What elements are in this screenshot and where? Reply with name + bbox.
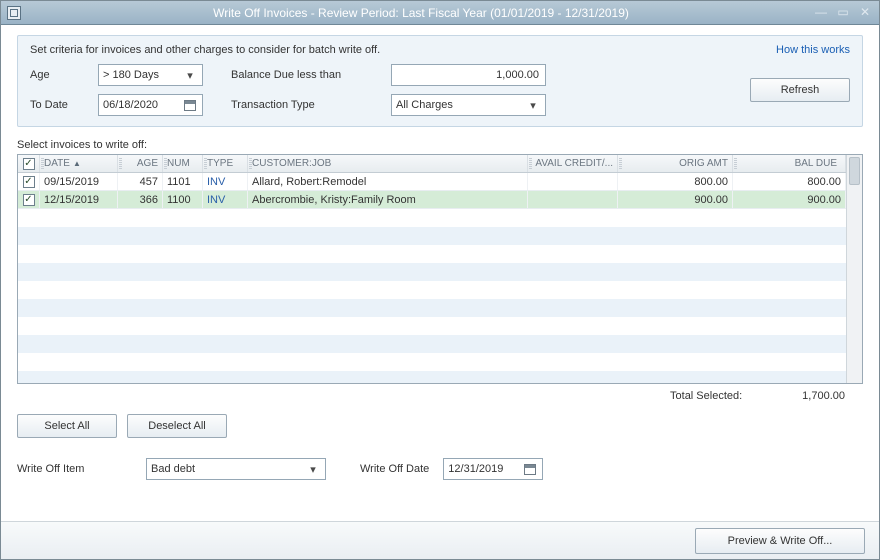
- header-num[interactable]: NUM: [163, 155, 203, 172]
- txntype-dropdown[interactable]: All Charges ▾: [391, 94, 546, 116]
- close-button[interactable]: ✕: [857, 6, 873, 20]
- row-checkbox[interactable]: ✓: [18, 173, 40, 190]
- empty-row: [18, 353, 846, 371]
- total-selected-value: 1,700.00: [802, 390, 845, 402]
- checkbox-icon: ✓: [23, 176, 35, 188]
- header-orig-amt[interactable]: ORIG AMT: [618, 155, 733, 172]
- maximize-button[interactable]: ▭: [835, 6, 851, 20]
- table-row[interactable]: ✓ 12/15/20193661100 INV Abercrombie, Kristy…: [18, 191, 846, 209]
- cell-date: 09/15/2019: [40, 173, 118, 190]
- cell-orig-amt: 900.00: [618, 191, 733, 208]
- age-label: Age: [30, 69, 88, 81]
- calendar-icon[interactable]: [182, 97, 198, 113]
- empty-row: [18, 263, 846, 281]
- writeoff-date-label: Write Off Date: [360, 463, 429, 475]
- header-type[interactable]: TYPE: [203, 155, 248, 172]
- cell-age: 366: [118, 191, 163, 208]
- cell-type: INV: [203, 191, 248, 208]
- empty-row: [18, 335, 846, 353]
- invoice-type-link[interactable]: INV: [207, 194, 225, 206]
- writeoff-date-value: 12/31/2019: [448, 463, 503, 475]
- cell-customer: Allard, Robert:Remodel: [248, 173, 528, 190]
- window-title: Write Off Invoices - Review Period: Last…: [29, 6, 813, 20]
- minimize-button[interactable]: —: [813, 6, 829, 20]
- calendar-icon[interactable]: [522, 461, 538, 477]
- totals-row: Total Selected: 1,700.00: [17, 384, 863, 406]
- total-selected-label: Total Selected:: [670, 390, 742, 402]
- cell-age: 457: [118, 173, 163, 190]
- grid-body: ✓ 09/15/20194571101 INV Allard, Robert:Remo…: [18, 173, 846, 383]
- footer-bar: Preview & Write Off...: [1, 521, 879, 559]
- header-age[interactable]: AGE: [118, 155, 163, 172]
- cell-num: 1101: [163, 173, 203, 190]
- grid-section-label: Select invoices to write off:: [17, 139, 863, 151]
- cell-customer: Abercrombie, Kristy:Family Room: [248, 191, 528, 208]
- balance-label: Balance Due less than: [231, 69, 381, 81]
- empty-row: [18, 245, 846, 263]
- writeoff-item-dropdown[interactable]: Bad debt ▾: [146, 458, 326, 480]
- header-customer[interactable]: CUSTOMER:JOB: [248, 155, 528, 172]
- cell-avail-credit: [528, 191, 618, 208]
- app-icon: [7, 6, 21, 20]
- txntype-label: Transaction Type: [231, 99, 381, 111]
- writeoff-date-input[interactable]: 12/31/2019: [443, 458, 543, 480]
- age-value: > 180 Days: [103, 69, 159, 81]
- cell-bal-due: 900.00: [733, 191, 846, 208]
- cell-bal-due: 800.00: [733, 173, 846, 190]
- select-all-button[interactable]: Select All: [17, 414, 117, 438]
- todate-input[interactable]: 06/18/2020: [98, 94, 203, 116]
- invoice-grid: ✓ DATE▲ AGE NUM TYPE CUSTOMER:JOB AVAIL …: [17, 154, 863, 384]
- balance-input[interactable]: 1,000.00: [391, 64, 546, 86]
- cell-avail-credit: [528, 173, 618, 190]
- todate-value: 06/18/2020: [103, 99, 158, 111]
- cell-num: 1100: [163, 191, 203, 208]
- balance-value: 1,000.00: [496, 69, 539, 81]
- empty-row: [18, 209, 846, 227]
- refresh-label: Refresh: [781, 84, 820, 96]
- empty-row: [18, 227, 846, 245]
- criteria-intro: Set criteria for invoices and other char…: [30, 44, 380, 56]
- vertical-scrollbar[interactable]: [846, 155, 862, 383]
- table-row[interactable]: ✓ 09/15/20194571101 INV Allard, Robert:Remo…: [18, 173, 846, 191]
- preview-writeoff-button[interactable]: Preview & Write Off...: [695, 528, 865, 554]
- cell-orig-amt: 800.00: [618, 173, 733, 190]
- refresh-button[interactable]: Refresh: [750, 78, 850, 102]
- txntype-value: All Charges: [396, 99, 453, 111]
- header-bal-due[interactable]: BAL DUE: [733, 155, 846, 172]
- empty-row: [18, 281, 846, 299]
- scrollbar-thumb[interactable]: [849, 157, 860, 185]
- todate-label: To Date: [30, 99, 88, 111]
- header-checkbox[interactable]: ✓: [18, 155, 40, 172]
- window-controls: — ▭ ✕: [813, 6, 873, 20]
- criteria-panel: Set criteria for invoices and other char…: [17, 35, 863, 127]
- writeoff-item-value: Bad debt: [151, 463, 195, 475]
- empty-row: [18, 371, 846, 383]
- writeoff-item-label: Write Off Item: [17, 463, 132, 475]
- chevron-down-icon: ▾: [525, 97, 541, 113]
- chevron-down-icon: ▾: [305, 461, 321, 477]
- header-avail-credit[interactable]: AVAIL CREDIT/...: [528, 155, 618, 172]
- deselect-all-button[interactable]: Deselect All: [127, 414, 227, 438]
- cell-type: INV: [203, 173, 248, 190]
- cell-date: 12/15/2019: [40, 191, 118, 208]
- chevron-down-icon: ▾: [182, 67, 198, 83]
- window: Write Off Invoices - Review Period: Last…: [0, 0, 880, 560]
- help-link[interactable]: How this works: [776, 44, 850, 56]
- invoice-type-link[interactable]: INV: [207, 176, 225, 188]
- grid-header: ✓ DATE▲ AGE NUM TYPE CUSTOMER:JOB AVAIL …: [18, 155, 846, 173]
- age-dropdown[interactable]: > 180 Days ▾: [98, 64, 203, 86]
- checkbox-icon: ✓: [23, 194, 35, 206]
- sort-asc-icon: ▲: [73, 159, 81, 168]
- empty-row: [18, 317, 846, 335]
- empty-row: [18, 299, 846, 317]
- row-checkbox[interactable]: ✓: [18, 191, 40, 208]
- titlebar: Write Off Invoices - Review Period: Last…: [1, 1, 879, 25]
- header-date[interactable]: DATE▲: [40, 155, 118, 172]
- checkbox-icon: ✓: [23, 158, 35, 170]
- content-area: Set criteria for invoices and other char…: [1, 25, 879, 521]
